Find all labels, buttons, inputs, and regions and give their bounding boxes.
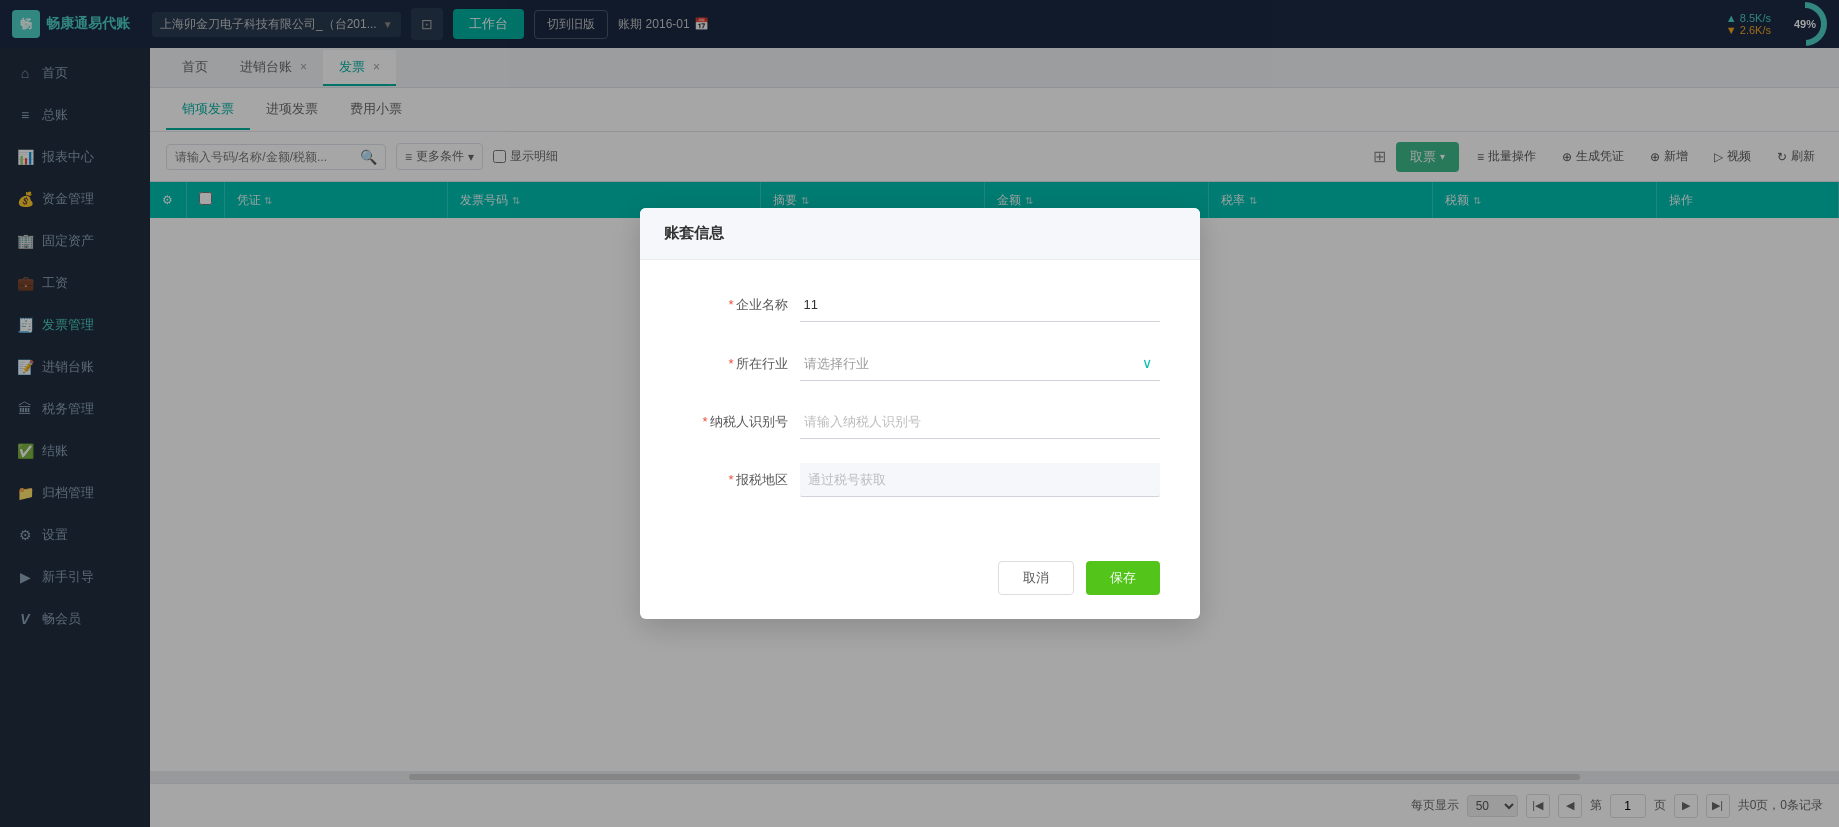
company-name-input[interactable] (800, 288, 1160, 322)
cancel-button[interactable]: 取消 (998, 561, 1074, 595)
company-name-label: *企业名称 (680, 296, 800, 314)
dialog: 账套信息 *企业名称 *所在行业 请选择行业 ∨ (640, 208, 1200, 619)
industry-select[interactable]: 请选择行业 (800, 346, 1160, 380)
form-row-tax-id: *纳税人识别号 (680, 405, 1160, 439)
tax-region-label: *报税地区 (680, 471, 800, 489)
save-button[interactable]: 保存 (1086, 561, 1160, 595)
industry-select-wrapper: 请选择行业 ∨ (800, 346, 1160, 381)
form-row-industry: *所在行业 请选择行业 ∨ (680, 346, 1160, 381)
tax-region-display: 通过税号获取 (800, 463, 1160, 497)
tax-id-input[interactable] (800, 405, 1160, 439)
form-row-company-name: *企业名称 (680, 288, 1160, 322)
form-row-tax-region: *报税地区 通过税号获取 (680, 463, 1160, 497)
dialog-body: *企业名称 *所在行业 请选择行业 ∨ *纳税人识别号 (640, 260, 1200, 545)
dialog-header: 账套信息 (640, 208, 1200, 260)
dialog-footer: 取消 保存 (640, 545, 1200, 619)
modal-overlay[interactable]: 账套信息 *企业名称 *所在行业 请选择行业 ∨ (0, 0, 1839, 827)
industry-label: *所在行业 (680, 355, 800, 373)
tax-id-label: *纳税人识别号 (680, 413, 800, 431)
